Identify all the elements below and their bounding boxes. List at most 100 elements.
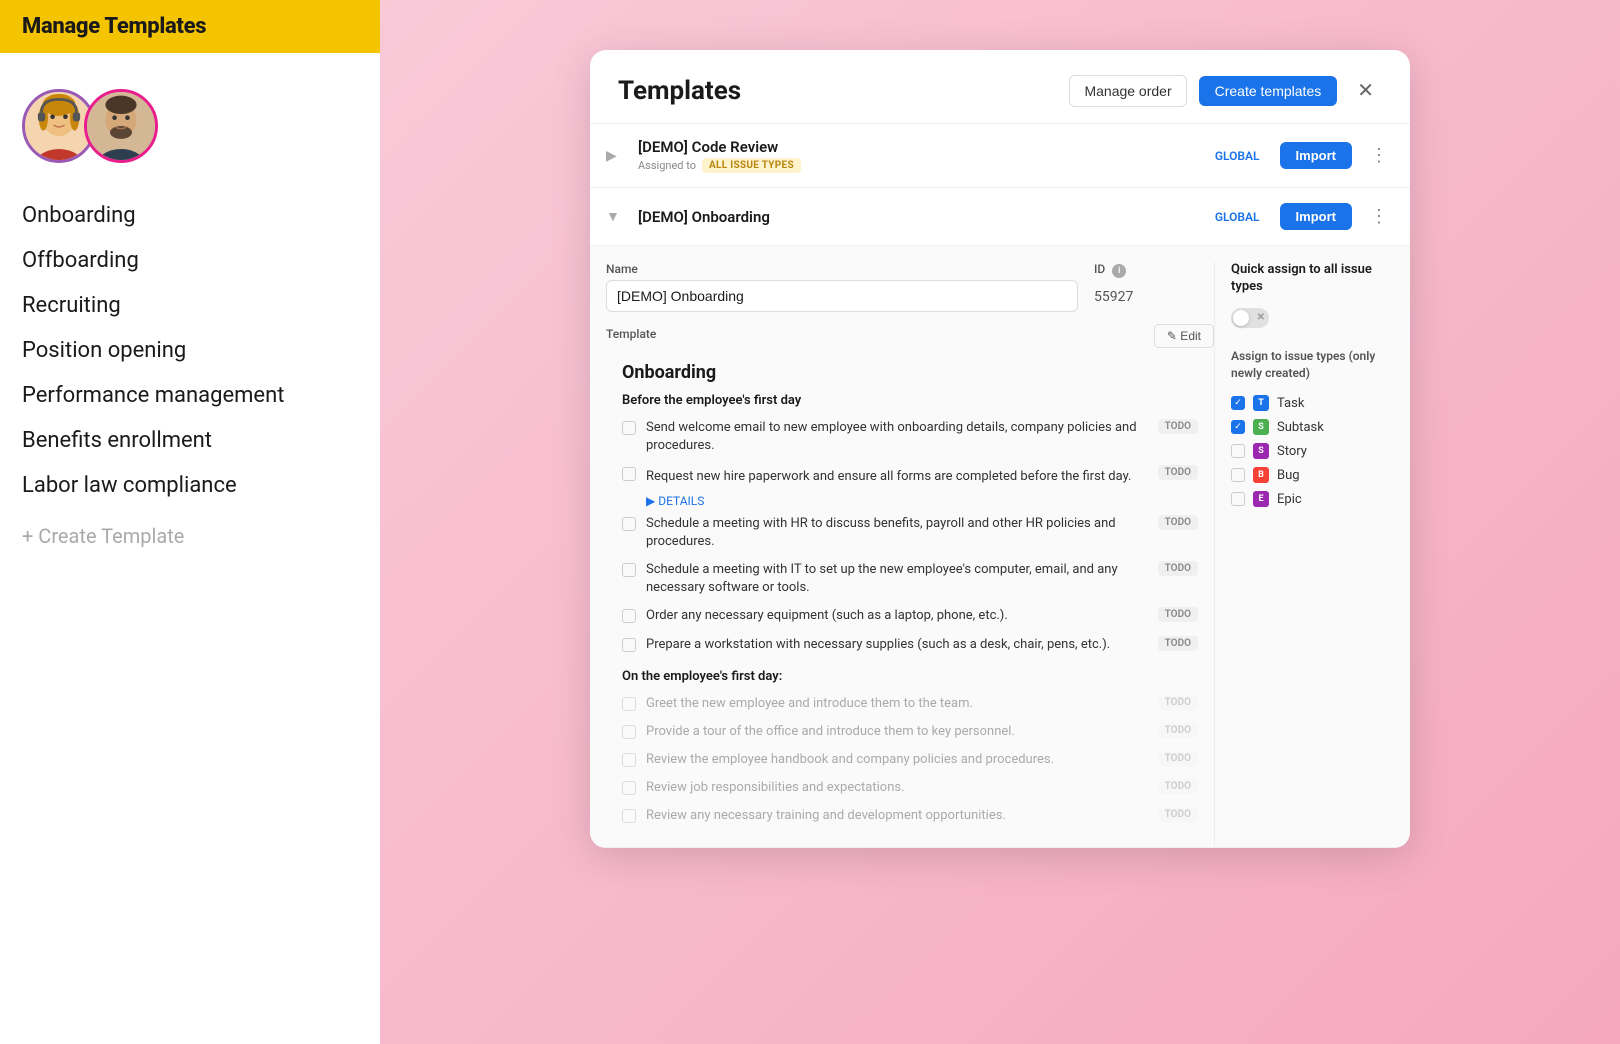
task-checkbox-3[interactable] <box>622 517 636 531</box>
modal-header-actions: Manage order Create templates ✕ <box>1069 74 1382 107</box>
checkbox-task[interactable]: ✓ <box>1231 396 1245 410</box>
task-checkbox-4[interactable] <box>622 563 636 577</box>
todo-badge-9: TODO <box>1158 751 1198 766</box>
story-icon: S <box>1253 443 1269 459</box>
task-item: Order any necessary equipment (such as a… <box>622 602 1198 630</box>
sidebar-item-offboarding[interactable]: Offboarding <box>22 238 358 283</box>
chevron-down-icon[interactable]: ▼ <box>606 208 626 225</box>
more-options-code-review[interactable]: ⋮ <box>1364 141 1394 170</box>
modal-header: Templates Manage order Create templates … <box>590 50 1410 124</box>
issue-type-subtask: ✓ S Subtask <box>1231 415 1394 439</box>
task-item: Schedule a meeting with HR to discuss be… <box>622 510 1198 556</box>
task-checkbox-9[interactable] <box>622 753 636 767</box>
quick-assign-title: Quick assign to all issue types <box>1231 262 1394 296</box>
issue-type-epic: E Epic <box>1231 487 1394 511</box>
task-item: Request new hire paperwork and ensure al… <box>622 460 1198 491</box>
sidebar-item-onboarding[interactable]: Onboarding <box>22 193 358 238</box>
sidebar-item-position-opening[interactable]: Position opening <box>22 328 358 373</box>
details-link[interactable]: ▶ DETAILS <box>646 494 1198 508</box>
todo-badge-6: TODO <box>1158 636 1198 651</box>
template-content-area: Onboarding Before the employee's first d… <box>606 354 1214 847</box>
modal-title: Templates <box>618 76 741 106</box>
chevron-right-icon[interactable]: ▶ <box>606 148 626 164</box>
section1-title: Before the employee's first day <box>622 393 1198 408</box>
task-icon: T <box>1253 395 1269 411</box>
template-item-header-code-review: ▶ [DEMO] Code Review Assigned to ALL ISS… <box>590 124 1410 187</box>
avatar-woman-svg <box>25 89 93 163</box>
task-text-3: Schedule a meeting with HR to discuss be… <box>646 515 1148 551</box>
template-info-code-review: [DEMO] Code Review Assigned to ALL ISSUE… <box>638 138 1203 173</box>
sidebar-title: Manage Templates <box>22 14 206 39</box>
sidebar-item-benefits-enrollment[interactable]: Benefits enrollment <box>22 418 358 463</box>
template-item-code-review: ▶ [DEMO] Code Review Assigned to ALL ISS… <box>590 124 1410 188</box>
templates-modal: Templates Manage order Create templates … <box>590 50 1410 848</box>
issue-type-story: S Story <box>1231 439 1394 463</box>
import-button-onboarding[interactable]: Import <box>1280 203 1352 230</box>
sidebar-item-performance-management[interactable]: Performance management <box>22 373 358 418</box>
create-templates-button[interactable]: Create templates <box>1199 76 1338 106</box>
info-icon: i <box>1112 264 1126 278</box>
task-item: Send welcome email to new employee with … <box>622 414 1198 460</box>
bug-label: Bug <box>1277 468 1300 483</box>
avatars-container <box>0 53 380 183</box>
manage-order-button[interactable]: Manage order <box>1069 75 1186 107</box>
modal-body: ▶ [DEMO] Code Review Assigned to ALL ISS… <box>590 124 1410 848</box>
sidebar-item-recruiting[interactable]: Recruiting <box>22 283 358 328</box>
todo-badge-7: TODO <box>1158 695 1198 710</box>
sidebar-nav: Onboarding Offboarding Recruiting Positi… <box>0 183 380 568</box>
toggle-switch[interactable]: ✕ <box>1231 308 1269 328</box>
task-checkbox-2[interactable] <box>622 467 636 481</box>
task-text-7: Greet the new employee and introduce the… <box>646 695 1148 713</box>
checkbox-bug[interactable] <box>1231 468 1245 482</box>
task-checkbox-8[interactable] <box>622 725 636 739</box>
checkbox-epic[interactable] <box>1231 492 1245 506</box>
epic-label: Epic <box>1277 492 1302 507</box>
avatar-man-svg <box>87 89 155 163</box>
task-item-faded: Greet the new employee and introduce the… <box>622 690 1198 718</box>
name-label: Name <box>606 262 1078 276</box>
task-text-10: Review job responsibilities and expectat… <box>646 779 1148 797</box>
section2-title: On the employee's first day: <box>622 669 1198 684</box>
checkbox-subtask[interactable]: ✓ <box>1231 420 1245 434</box>
task-checkbox-7[interactable] <box>622 697 636 711</box>
todo-badge-5: TODO <box>1158 607 1198 622</box>
onboarding-title: Onboarding <box>622 362 1198 383</box>
task-text-8: Provide a tour of the office and introdu… <box>646 723 1148 741</box>
task-item-faded: Review job responsibilities and expectat… <box>622 774 1198 802</box>
sidebar-item-labor-law[interactable]: Labor law compliance <box>22 463 358 508</box>
badge-all-issue-types: ALL ISSUE TYPES <box>702 158 801 173</box>
issue-type-task: ✓ T Task <box>1231 391 1394 415</box>
id-value: 55927 <box>1094 282 1214 312</box>
task-checkbox-11[interactable] <box>622 809 636 823</box>
template-name-code-review: [DEMO] Code Review <box>638 138 1203 156</box>
task-checkbox-1[interactable] <box>622 421 636 435</box>
import-button-code-review[interactable]: Import <box>1280 142 1352 169</box>
task-checkbox-10[interactable] <box>622 781 636 795</box>
task-text-2: Request new hire paperwork and ensure al… <box>646 469 1131 484</box>
sidebar-header: Manage Templates <box>0 0 380 53</box>
todo-badge-10: TODO <box>1158 779 1198 794</box>
task-text-6: Prepare a workstation with necessary sup… <box>646 636 1148 654</box>
checkbox-story[interactable] <box>1231 444 1245 458</box>
task-checkbox-6[interactable] <box>622 638 636 652</box>
avatar-2 <box>84 89 158 163</box>
todo-badge-11: TODO <box>1158 807 1198 822</box>
create-template-button[interactable]: + Create Template <box>22 514 358 558</box>
issue-type-bug: B Bug <box>1231 463 1394 487</box>
todo-badge-4: TODO <box>1158 561 1198 576</box>
details-label: ▶ DETAILS <box>646 494 704 508</box>
task-checkbox-5[interactable] <box>622 609 636 623</box>
form-row-name-id: Name ID i 55927 <box>606 262 1214 312</box>
subtask-icon: S <box>1253 419 1269 435</box>
story-label: Story <box>1277 444 1307 459</box>
template-expanded-onboarding: Name ID i 55927 <box>590 245 1410 847</box>
close-button[interactable]: ✕ <box>1349 74 1382 107</box>
template-info-onboarding: [DEMO] Onboarding <box>638 208 1203 226</box>
template-field-label: Template <box>606 327 656 341</box>
epic-icon: E <box>1253 491 1269 507</box>
form-group-id: ID i 55927 <box>1094 262 1214 312</box>
task-item-faded: Review the employee handbook and company… <box>622 746 1198 774</box>
more-options-onboarding[interactable]: ⋮ <box>1364 202 1394 231</box>
name-input[interactable] <box>606 280 1078 312</box>
edit-button[interactable]: ✎ Edit <box>1154 324 1214 348</box>
